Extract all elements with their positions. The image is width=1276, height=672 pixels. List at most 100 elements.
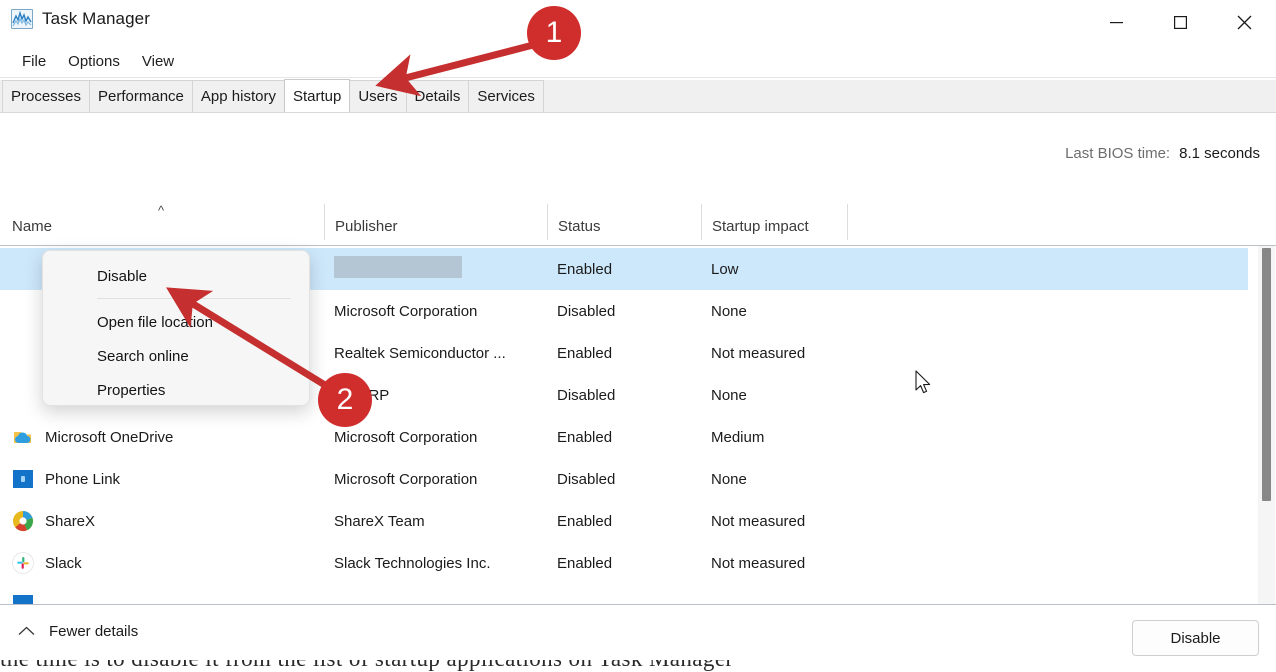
cell-startup-impact: Not measured: [711, 554, 806, 572]
cell-startup-impact: Not measured: [711, 344, 806, 362]
menu-item-options[interactable]: Options: [57, 51, 131, 72]
cell-name: [12, 258, 34, 280]
onedrive-icon: [12, 426, 34, 448]
app-icon: [12, 342, 34, 364]
minimize-button[interactable]: [1084, 0, 1148, 45]
disable-button[interactable]: Disable: [1132, 620, 1259, 656]
column-divider[interactable]: [547, 204, 548, 240]
context-menu-item-properties[interactable]: Properties: [43, 373, 309, 407]
app-icon: [12, 384, 34, 406]
tab-startup[interactable]: Startup: [283, 79, 351, 112]
scrollbar-thumb[interactable]: [1262, 248, 1271, 501]
cell-name: ShareX: [12, 510, 95, 532]
cell-name-label: ShareX: [45, 512, 96, 530]
cell-name: Phone Link: [12, 468, 120, 490]
cell-publisher: Microsoft Corporation: [334, 302, 478, 320]
column-header-status[interactable]: Status: [558, 198, 702, 245]
cell-name-label: Microsoft OneDrive: [45, 428, 174, 446]
title-bar-left: Task Manager: [11, 9, 150, 29]
tab-details[interactable]: Details: [405, 80, 470, 112]
cell-name: [12, 300, 45, 322]
cell-status: Enabled: [557, 428, 613, 446]
table-row[interactable]: ShareX ShareX Team Enabled Not measured: [0, 500, 1248, 542]
column-header-name[interactable]: Name ^: [12, 198, 325, 245]
maximize-button[interactable]: [1148, 0, 1212, 45]
cell-status: Enabled: [557, 512, 613, 530]
redacted-publisher: [334, 256, 462, 278]
task-manager-window: Task Manager File Options View Processes…: [0, 0, 1276, 660]
menu-item-view[interactable]: View: [131, 51, 185, 72]
cell-startup-impact: None: [711, 470, 747, 488]
fewer-details-button[interactable]: Fewer details: [18, 623, 138, 640]
column-header-name-label: Name: [12, 218, 53, 235]
column-header-status-label: Status: [558, 218, 601, 235]
cell-status: Disabled: [557, 470, 616, 488]
tab-performance[interactable]: Performance: [89, 80, 193, 112]
window-controls: [1084, 0, 1276, 45]
table-row-partial[interactable]: [0, 584, 1248, 604]
context-menu-item-open-file-location[interactable]: Open file location: [43, 305, 309, 339]
cell-publisher: Realtek Semiconductor ...: [334, 344, 506, 362]
context-menu-item-disable[interactable]: Disable: [43, 259, 309, 293]
app-icon: [12, 594, 34, 604]
cell-status: Enabled: [557, 554, 613, 572]
tab-processes[interactable]: Processes: [2, 80, 91, 112]
app-icon: [12, 300, 34, 322]
menu-item-file[interactable]: File: [11, 51, 57, 72]
cell-status: Enabled: [557, 260, 613, 278]
title-bar: Task Manager: [0, 0, 1276, 45]
chevron-up-icon: [18, 624, 35, 639]
column-divider[interactable]: [701, 204, 702, 240]
last-bios-time-value: 8.1 seconds: [1179, 145, 1260, 162]
menu-bar: File Options View: [0, 45, 1276, 78]
sort-ascending-caret: ^: [158, 203, 165, 218]
tab-services[interactable]: Services: [468, 80, 544, 112]
cell-startup-impact: Not measured: [711, 512, 806, 530]
sharex-icon: [12, 510, 34, 532]
annotation-badge-1: 1: [527, 6, 581, 60]
table-row[interactable]: Phone Link Microsoft Corporation Disable…: [0, 458, 1248, 500]
table-row[interactable]: Slack Slack Technologies Inc. Enabled No…: [0, 542, 1248, 584]
cell-publisher: Microsoft Corporation: [334, 428, 478, 446]
column-divider[interactable]: [847, 204, 848, 240]
last-bios-time-label: Last BIOS time:: [1065, 145, 1171, 162]
cell-startup-impact: Low: [711, 260, 739, 278]
cell-startup-impact: None: [711, 386, 747, 404]
app-icon: [12, 258, 34, 280]
column-header-startup-impact[interactable]: Startup impact: [712, 198, 848, 245]
cell-name: [12, 594, 34, 604]
cell-name: Slack: [12, 552, 82, 574]
cell-name-label: Slack: [45, 554, 82, 572]
screenshot-root: the time is to disable it from the list …: [0, 0, 1276, 672]
column-header-startup-impact-label: Startup impact: [712, 218, 809, 235]
table-header: Name ^ Publisher Status Startup impact: [0, 198, 1276, 246]
mouse-cursor: [915, 370, 933, 401]
context-menu-item-search-online[interactable]: Search online: [43, 339, 309, 373]
annotation-badge-2: 2: [318, 373, 372, 427]
cell-status: Disabled: [557, 386, 616, 404]
cell-publisher: Slack Technologies Inc.: [334, 554, 491, 572]
phone-link-icon: [12, 468, 34, 490]
cell-name: [12, 342, 45, 364]
fewer-details-label: Fewer details: [49, 623, 139, 640]
window-title: Task Manager: [42, 9, 150, 28]
column-divider[interactable]: [324, 204, 325, 240]
cell-publisher: ShareX Team: [334, 512, 425, 530]
cell-publisher: Microsoft Corporation: [334, 470, 478, 488]
vertical-scrollbar[interactable]: [1258, 246, 1275, 604]
context-menu[interactable]: Disable Open file location Search online…: [42, 250, 310, 406]
tab-app-history[interactable]: App history: [191, 80, 285, 112]
cell-name: Microsoft OneDrive: [12, 426, 173, 448]
context-menu-separator: [97, 298, 291, 299]
table-row[interactable]: Microsoft OneDrive Microsoft Corporation…: [0, 416, 1248, 458]
cell-startup-impact: Medium: [711, 428, 765, 446]
tab-strip: Processes Performance App history Startu…: [0, 79, 1276, 113]
cell-status: Enabled: [557, 344, 613, 362]
cell-name-label: Phone Link: [45, 470, 121, 488]
close-button[interactable]: [1212, 0, 1276, 45]
last-bios-time: Last BIOS time: 8.1 seconds: [1065, 145, 1260, 162]
cell-name: [12, 384, 45, 406]
cell-publisher: [334, 256, 462, 282]
column-header-publisher[interactable]: Publisher: [335, 198, 548, 245]
tab-users[interactable]: Users: [349, 80, 407, 112]
